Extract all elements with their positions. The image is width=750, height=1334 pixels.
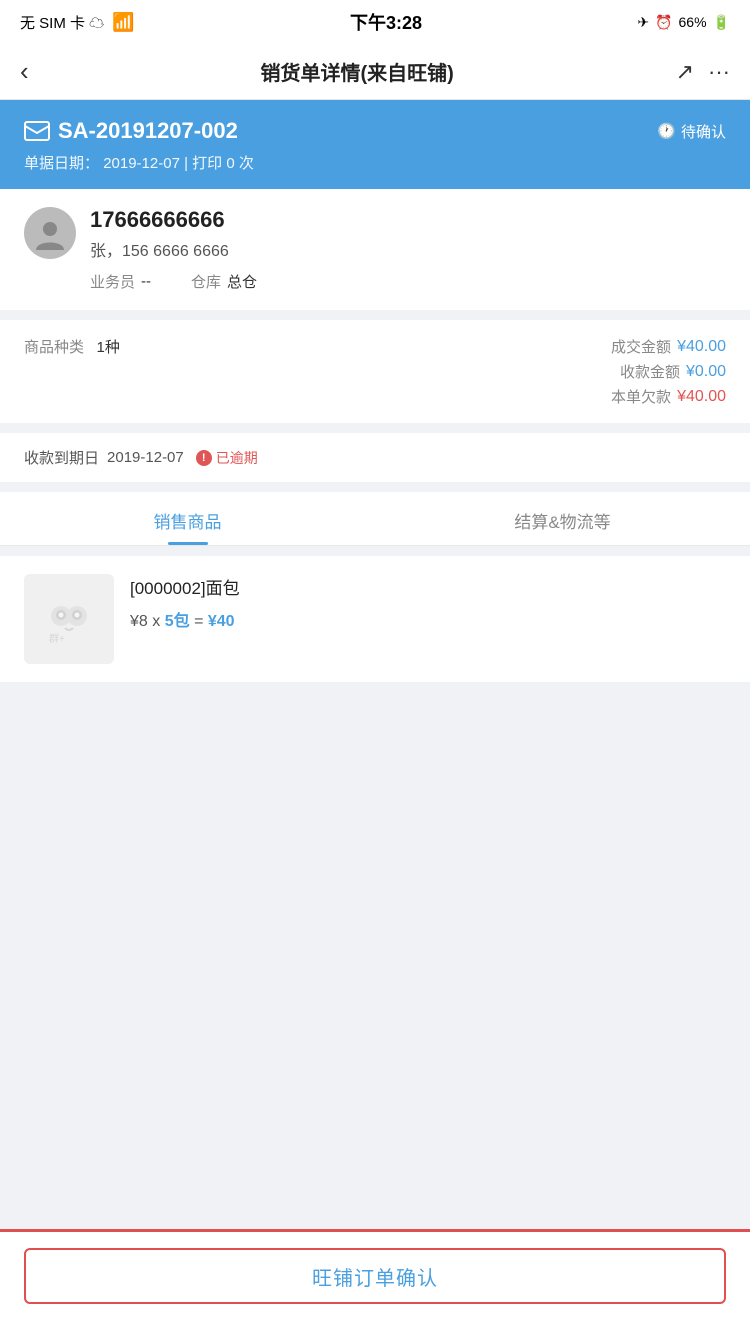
customer-section: 17666666666 张，156 6666 6666 业务员 -- 仓库 总仓 bbox=[0, 189, 750, 310]
page-title: 销货单详情(来自旺铺) bbox=[39, 57, 676, 86]
product-thumbnail: 群+ bbox=[24, 574, 114, 664]
warehouse-value: 总仓 bbox=[227, 271, 257, 292]
location-icon: ✈ bbox=[637, 14, 649, 31]
status-clock-icon: 🕐 bbox=[657, 122, 676, 140]
product-name: [0000002]面包 bbox=[130, 574, 726, 599]
avatar bbox=[24, 207, 76, 259]
status-bar: 无 SIM 卡 ☁ 📶 下午3:28 ✈ ⏰ 66% 🔋 bbox=[0, 0, 750, 44]
due-date: 2019-12-07 bbox=[107, 449, 184, 466]
status-left: 无 SIM 卡 ☁ 📶 bbox=[20, 12, 135, 33]
order-date: 2019-12-07 bbox=[103, 155, 180, 172]
wifi-icon: 📶 bbox=[112, 12, 134, 33]
tab-settlement-label: 结算&物流等 bbox=[514, 513, 610, 532]
product-qty: 5包 bbox=[165, 613, 190, 630]
customer-meta: 业务员 -- 仓库 总仓 bbox=[90, 271, 726, 292]
category-value: 1种 bbox=[97, 339, 120, 356]
product-price: ¥8 x 5包 = ¥40 bbox=[130, 607, 726, 631]
print-info: | 打印 0 次 bbox=[184, 155, 254, 172]
status-right: ✈ ⏰ 66% 🔋 bbox=[637, 14, 730, 31]
received-value: ¥0.00 bbox=[686, 363, 726, 381]
tab-sales-products[interactable]: 销售商品 bbox=[0, 492, 375, 545]
no-sim-text: 无 SIM 卡 ☁ bbox=[20, 12, 104, 33]
order-icon bbox=[24, 121, 50, 141]
bottom-area bbox=[0, 692, 750, 892]
back-button[interactable]: ‹ bbox=[20, 56, 39, 87]
confirm-button[interactable]: 旺铺订单确认 bbox=[24, 1248, 726, 1304]
tab-sales-label: 销售商品 bbox=[154, 513, 222, 532]
summary-section: 商品种类 1种 成交金额 ¥40.00 收款金额 ¥0.00 本单欠款 ¥40.… bbox=[0, 320, 750, 423]
tabs-row: 销售商品 结算&物流等 bbox=[0, 492, 750, 546]
product-section: 群+ [0000002]面包 ¥8 x 5包 = ¥40 bbox=[0, 556, 750, 682]
category-row: 商品种类 1种 bbox=[24, 336, 120, 357]
customer-phone: 17666666666 bbox=[90, 207, 726, 233]
tab-settlement[interactable]: 结算&物流等 bbox=[375, 492, 750, 545]
product-unit-price: ¥8 bbox=[130, 613, 148, 630]
product-total: ¥40 bbox=[208, 613, 235, 630]
owed-row: 本单欠款 ¥40.00 bbox=[611, 386, 726, 407]
received-label: 收款金额 bbox=[620, 361, 680, 382]
order-id: SA-20191207-002 bbox=[24, 118, 238, 144]
nav-actions: ↗ ··· bbox=[676, 59, 730, 85]
customer-info: 17666666666 张，156 6666 6666 业务员 -- 仓库 总仓 bbox=[90, 207, 726, 292]
customer-name: 张，156 6666 6666 bbox=[90, 237, 726, 261]
nav-bar: ‹ 销货单详情(来自旺铺) ↗ ··· bbox=[0, 44, 750, 100]
category-label: 商品种类 bbox=[24, 339, 84, 356]
battery-icon: 🔋 bbox=[713, 14, 730, 31]
sales-person: 业务员 -- bbox=[90, 271, 151, 292]
overdue-badge: ! 已逾期 bbox=[196, 448, 258, 468]
warehouse-label: 仓库 bbox=[191, 271, 221, 292]
summary-left: 商品种类 1种 bbox=[24, 336, 120, 357]
amount-label: 成交金额 bbox=[611, 336, 671, 357]
order-header-card: SA-20191207-002 🕐 待确认 单据日期： 2019-12-07 |… bbox=[0, 100, 750, 189]
order-status: 🕐 待确认 bbox=[657, 121, 726, 142]
alarm-icon: ⏰ bbox=[655, 14, 672, 31]
customer-row: 17666666666 张，156 6666 6666 业务员 -- 仓库 总仓 bbox=[24, 207, 726, 292]
summary-grid: 商品种类 1种 成交金额 ¥40.00 收款金额 ¥0.00 本单欠款 ¥40.… bbox=[24, 336, 726, 407]
status-text: 待确认 bbox=[681, 121, 726, 142]
warehouse: 仓库 总仓 bbox=[191, 271, 257, 292]
amount-row: 成交金额 ¥40.00 bbox=[611, 336, 726, 357]
overdue-icon: ! bbox=[196, 450, 212, 466]
status-time: 下午3:28 bbox=[350, 9, 422, 35]
order-date-row: 单据日期： 2019-12-07 | 打印 0 次 bbox=[24, 152, 726, 173]
due-date-section: 收款到期日 2019-12-07 ! 已逾期 bbox=[0, 433, 750, 482]
amount-value: ¥40.00 bbox=[677, 338, 726, 356]
date-label: 单据日期： bbox=[24, 155, 99, 172]
overdue-text: 已逾期 bbox=[216, 448, 258, 468]
received-row: 收款金额 ¥0.00 bbox=[620, 361, 726, 382]
share-icon[interactable]: ↗ bbox=[676, 59, 694, 85]
product-info: [0000002]面包 ¥8 x 5包 = ¥40 bbox=[130, 574, 726, 631]
equals-symbol: = bbox=[194, 613, 208, 630]
owed-label: 本单欠款 bbox=[611, 386, 671, 407]
more-icon[interactable]: ··· bbox=[708, 59, 730, 85]
owed-value: ¥40.00 bbox=[677, 388, 726, 406]
svg-text:群+: 群+ bbox=[49, 632, 65, 644]
confirm-button-wrap: 旺铺订单确认 bbox=[0, 1229, 750, 1334]
battery-text: 66% bbox=[679, 14, 707, 30]
due-label: 收款到期日 bbox=[24, 447, 99, 468]
sales-value: -- bbox=[141, 273, 151, 290]
summary-right: 成交金额 ¥40.00 收款金额 ¥0.00 本单欠款 ¥40.00 bbox=[611, 336, 726, 407]
product-item: 群+ [0000002]面包 ¥8 x 5包 = ¥40 bbox=[0, 556, 750, 682]
sales-label: 业务员 bbox=[90, 271, 135, 292]
multiply-symbol: x bbox=[152, 613, 164, 630]
order-id-row: SA-20191207-002 🕐 待确认 bbox=[24, 118, 726, 144]
tabs-section: 销售商品 结算&物流等 bbox=[0, 492, 750, 546]
order-id-text: SA-20191207-002 bbox=[58, 118, 238, 144]
